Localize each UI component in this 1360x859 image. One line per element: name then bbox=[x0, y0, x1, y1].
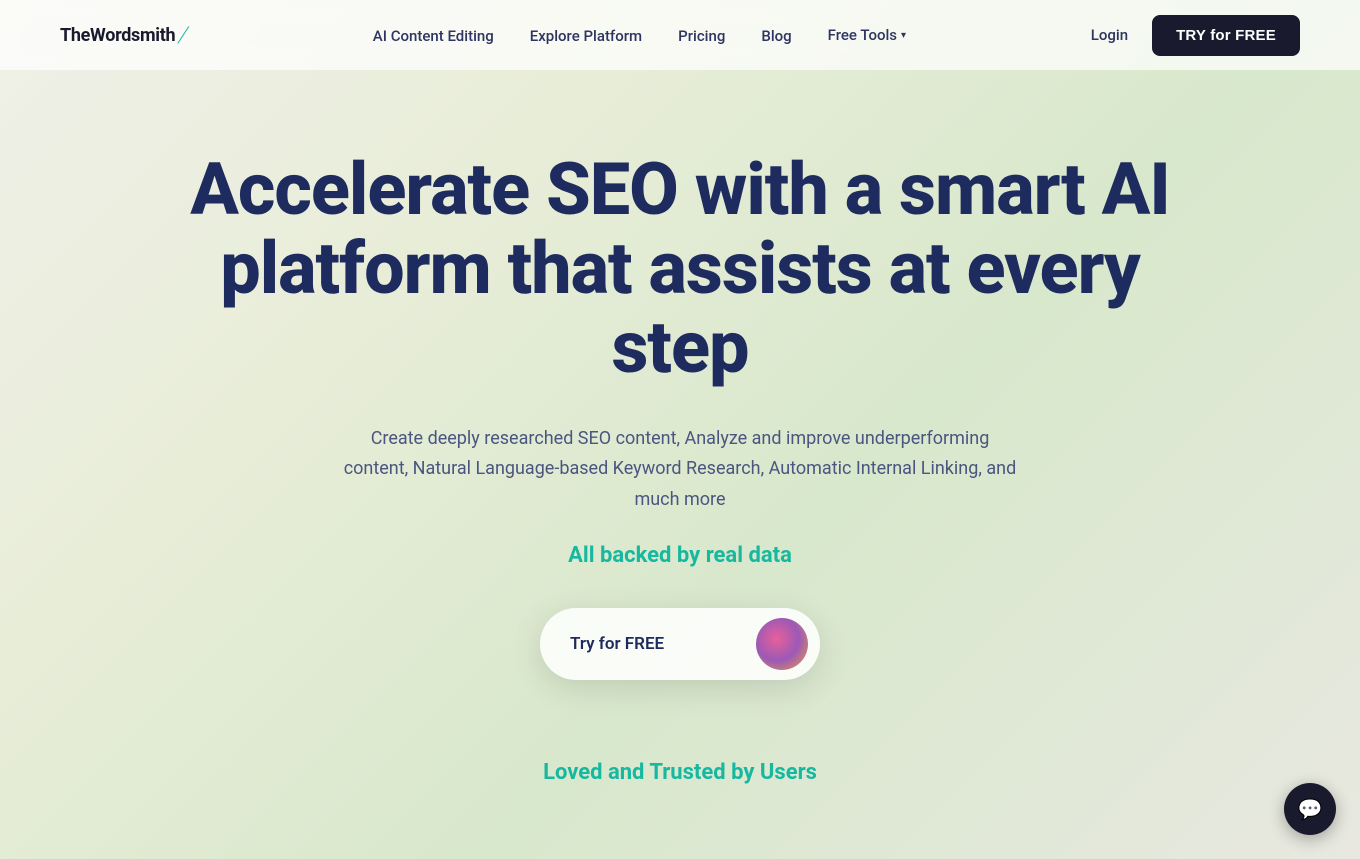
nav-link-explore-platform[interactable]: Explore Platform bbox=[530, 27, 642, 45]
try-for-free-button[interactable]: TRY for FREE bbox=[1152, 15, 1300, 56]
nav-links: AI Content Editing Explore Platform Pric… bbox=[373, 26, 906, 45]
chat-bubble-button[interactable]: 💬 bbox=[1284, 783, 1336, 835]
nav-item-pricing[interactable]: Pricing bbox=[678, 26, 725, 45]
hero-title: Accelerate SEO with a smart AI platform … bbox=[170, 150, 1190, 388]
nav-item-explore-platform[interactable]: Explore Platform bbox=[530, 26, 642, 45]
loved-text: Loved and Trusted by Users bbox=[543, 760, 817, 785]
login-button[interactable]: Login bbox=[1091, 26, 1128, 44]
cta-pill-label: Try for FREE bbox=[570, 634, 664, 654]
logo[interactable]: TheWordsmith / bbox=[60, 23, 188, 48]
logo-icon: / bbox=[176, 23, 191, 48]
logo-text: TheWordsmith bbox=[60, 25, 175, 46]
cta-pill-button[interactable]: Try for FREE bbox=[540, 608, 820, 680]
hero-section: Accelerate SEO with a smart AI platform … bbox=[130, 70, 1230, 845]
navbar: TheWordsmith / AI Content Editing Explor… bbox=[0, 0, 1360, 70]
chat-icon: 💬 bbox=[1298, 797, 1323, 821]
nav-item-blog[interactable]: Blog bbox=[761, 26, 791, 45]
nav-link-free-tools[interactable]: Free Tools bbox=[828, 26, 897, 44]
nav-item-ai-content-editing[interactable]: AI Content Editing bbox=[373, 26, 494, 45]
hero-tagline: All backed by real data bbox=[568, 543, 792, 568]
nav-link-pricing[interactable]: Pricing bbox=[678, 27, 725, 45]
nav-right: Login TRY for FREE bbox=[1091, 15, 1300, 56]
chevron-down-icon: ▾ bbox=[901, 30, 906, 41]
hero-subtitle: Create deeply researched SEO content, An… bbox=[340, 424, 1020, 516]
nav-item-free-tools[interactable]: Free Tools ▾ bbox=[828, 26, 906, 44]
cta-pill-icon bbox=[756, 618, 808, 670]
nav-link-ai-content-editing[interactable]: AI Content Editing bbox=[373, 27, 494, 45]
nav-link-blog[interactable]: Blog bbox=[761, 27, 791, 45]
